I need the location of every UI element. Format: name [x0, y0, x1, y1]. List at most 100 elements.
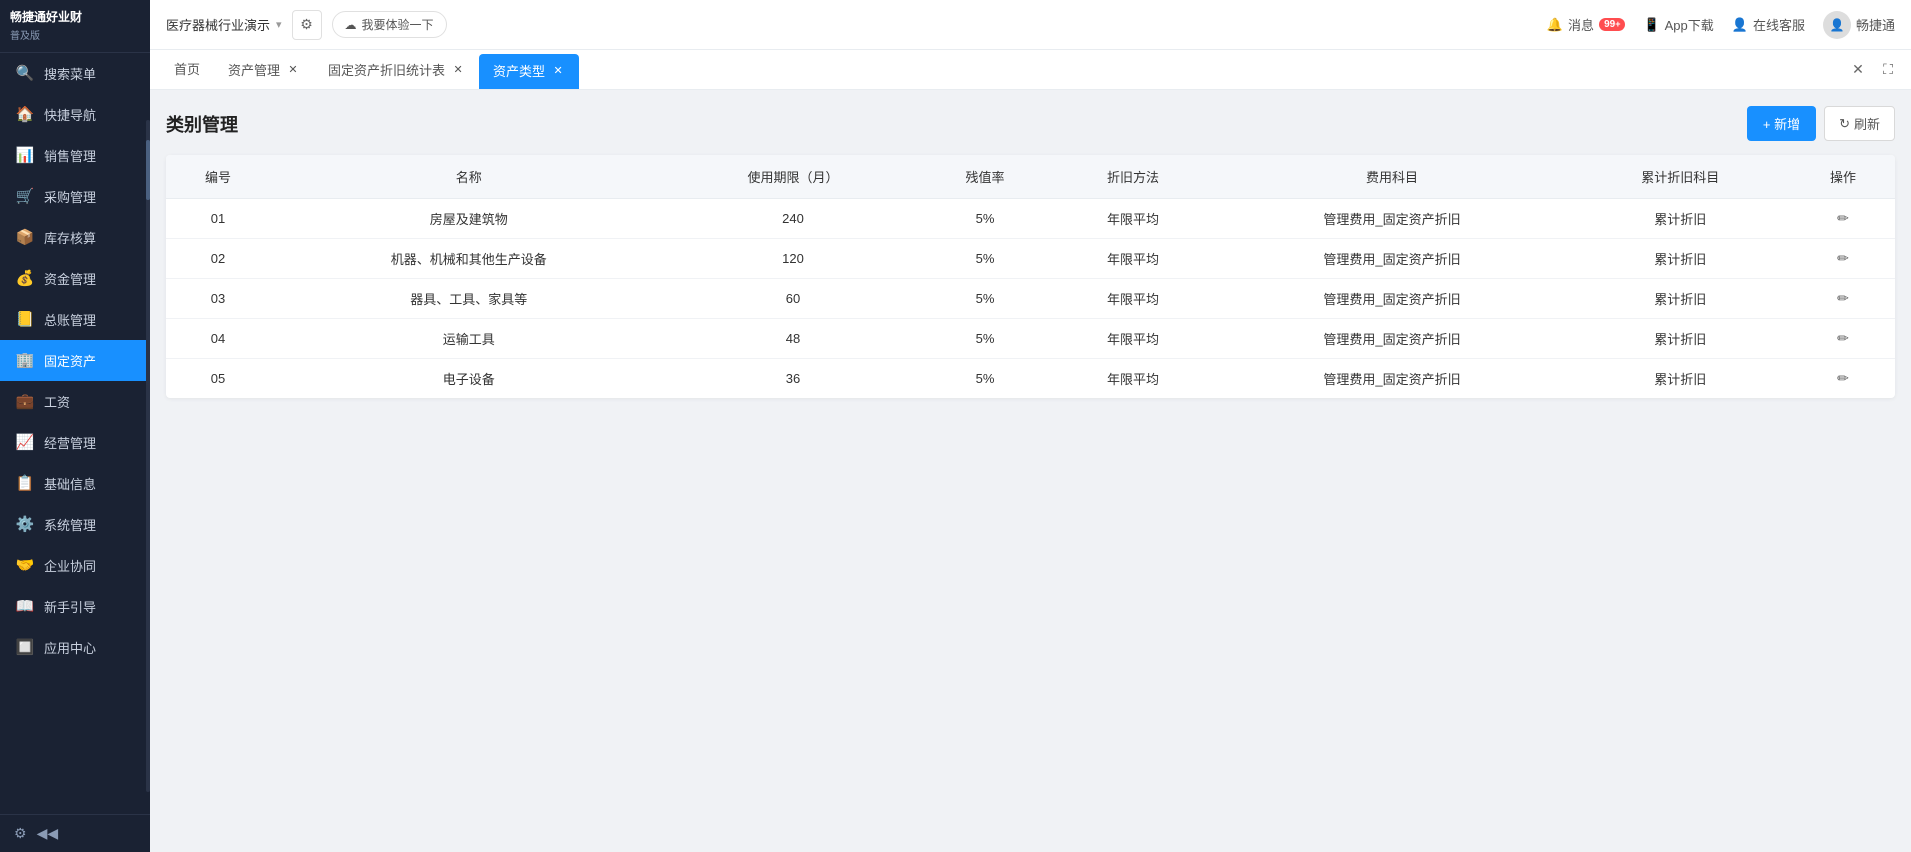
sidebar-item-ledger[interactable]: 📒 总账管理 [0, 299, 150, 340]
salary-icon: 💼 [16, 392, 34, 410]
cell-lifespan: 240 [668, 199, 919, 239]
cell-feesub: 管理费用_固定资产折旧 [1214, 319, 1569, 359]
company-selector[interactable]: 医疗器械行业演示 ▾ [166, 15, 282, 34]
service-icon: 👤 [1732, 17, 1748, 33]
table-row: 01 房屋及建筑物 240 5% 年限平均 管理费用_固定资产折旧 累计折旧 ✏ [166, 199, 1895, 239]
table-row: 04 运输工具 48 5% 年限平均 管理费用_固定资产折旧 累计折旧 ✏ [166, 319, 1895, 359]
sidebar-item-cooperation[interactable]: 🤝 企业协同 [0, 545, 150, 586]
quicknav-icon: 🏠 [16, 105, 34, 123]
table-row: 05 电子设备 36 5% 年限平均 管理费用_固定资产折旧 累计折旧 ✏ [166, 359, 1895, 399]
tab-depreport[interactable]: 固定资产折旧统计表 ✕ [314, 50, 479, 89]
table-row: 03 器具、工具、家具等 60 5% 年限平均 管理费用_固定资产折旧 累计折旧… [166, 279, 1895, 319]
settings-icon[interactable]: ⚙ [14, 825, 27, 842]
sidebar-header: 畅捷通好业财 普及版 [0, 0, 150, 53]
col-header-lifespan: 使用期限（月） [668, 155, 919, 199]
edit-icon[interactable]: ✏ [1837, 250, 1849, 266]
sidebar-item-purchase[interactable]: 🛒 采购管理 [0, 176, 150, 217]
topbar-settings-button[interactable]: ⚙ [292, 10, 322, 40]
cell-residualrate: 5% [918, 279, 1051, 319]
edit-icon[interactable]: ✏ [1837, 370, 1849, 386]
sidebar-item-label: 资金管理 [44, 269, 96, 288]
tab-assetmgmt[interactable]: 资产管理 ✕ [214, 50, 314, 89]
sidebar-item-system[interactable]: ⚙️ 系统管理 [0, 504, 150, 545]
edit-icon[interactable]: ✏ [1837, 290, 1849, 306]
notification-button[interactable]: 🔔 消息 99+ [1547, 15, 1626, 34]
sidebar-item-label: 应用中心 [44, 638, 96, 657]
maximize-tab-button[interactable]: ⛶ [1875, 57, 1901, 83]
cell-depmethod: 年限平均 [1052, 359, 1215, 399]
user-menu[interactable]: 👤 畅捷通 [1823, 11, 1895, 39]
sidebar-item-operations[interactable]: 📈 经营管理 [0, 422, 150, 463]
sidebar-item-guide[interactable]: 📖 新手引导 [0, 586, 150, 627]
refresh-button[interactable]: ↻ 刷新 [1824, 106, 1895, 141]
cell-code: 03 [166, 279, 270, 319]
sidebar-item-label: 销售管理 [44, 146, 96, 165]
sidebar-item-funds[interactable]: 💰 资金管理 [0, 258, 150, 299]
cell-feesub: 管理费用_固定资产折旧 [1214, 199, 1569, 239]
sidebar-item-sales[interactable]: 📊 销售管理 [0, 135, 150, 176]
sidebar-item-label: 搜索菜单 [44, 64, 96, 83]
cell-residualrate: 5% [918, 239, 1051, 279]
cell-feesub: 管理费用_固定资产折旧 [1214, 359, 1569, 399]
refresh-icon: ↻ [1839, 116, 1850, 132]
ledger-icon: 📒 [16, 310, 34, 328]
sidebar-item-salary[interactable]: 💼 工资 [0, 381, 150, 422]
purchase-icon: 🛒 [16, 187, 34, 205]
main-area: 医疗器械行业演示 ▾ ⚙ ☁ 我要体验一下 🔔 消息 99+ 📱 App下载 [150, 0, 1911, 852]
app-download-button[interactable]: 📱 App下载 [1643, 15, 1713, 34]
cell-name: 房屋及建筑物 [270, 199, 668, 239]
cell-lifespan: 36 [668, 359, 919, 399]
edit-icon[interactable]: ✏ [1837, 210, 1849, 226]
content-area: 类别管理 + 新增 ↻ 刷新 编号名称使用期限（月）残值率折旧方法费用科目累计折… [150, 90, 1911, 852]
sidebar-item-label: 经营管理 [44, 433, 96, 452]
try-experience-button[interactable]: ☁ 我要体验一下 [332, 11, 447, 38]
cell-lifespan: 60 [668, 279, 919, 319]
cell-accumsub: 累计折旧 [1570, 199, 1791, 239]
new-button[interactable]: + 新增 [1747, 106, 1816, 141]
cell-name: 运输工具 [270, 319, 668, 359]
sidebar-footer: ⚙ ◀◀ [0, 814, 150, 852]
tab-label: 资产管理 [228, 60, 280, 79]
cell-code: 01 [166, 199, 270, 239]
sidebar-item-label: 工资 [44, 392, 70, 411]
sidebar-nav: 🔍 搜索菜单 🏠 快捷导航 📊 销售管理 🛒 采购管理 📦 库存核算 💰 资金管… [0, 53, 150, 814]
fixedassets-icon: 🏢 [16, 351, 34, 369]
sidebar-item-basicinfo[interactable]: 📋 基础信息 [0, 463, 150, 504]
tab-assettype[interactable]: 资产类型✕ [479, 54, 579, 89]
cell-code: 05 [166, 359, 270, 399]
search-icon: 🔍 [16, 64, 34, 82]
sidebar-item-inventory[interactable]: 📦 库存核算 [0, 217, 150, 258]
tab-close-icon[interactable]: ✕ [286, 63, 300, 77]
cell-depmethod: 年限平均 [1052, 239, 1215, 279]
cell-name: 器具、工具、家具等 [270, 279, 668, 319]
app-name: 畅捷通好业财 [10, 10, 82, 26]
sidebar-item-appcenter[interactable]: 🔲 应用中心 [0, 627, 150, 668]
notification-badge: 99+ [1599, 18, 1625, 31]
close-tab-button[interactable]: ✕ [1845, 57, 1871, 83]
scrollbar-thumb [146, 140, 150, 200]
notification-label: 消息 [1568, 15, 1594, 34]
sidebar-item-search[interactable]: 🔍 搜索菜单 [0, 53, 150, 94]
cell-name: 电子设备 [270, 359, 668, 399]
cell-residualrate: 5% [918, 319, 1051, 359]
collapse-icon[interactable]: ◀◀ [37, 825, 59, 842]
edit-icon[interactable]: ✏ [1837, 330, 1849, 346]
table-header: 编号名称使用期限（月）残值率折旧方法费用科目累计折旧科目操作 [166, 155, 1895, 199]
tab-label: 首页 [174, 59, 200, 78]
avatar: 👤 [1823, 11, 1851, 39]
inventory-icon: 📦 [16, 228, 34, 246]
topbar: 医疗器械行业演示 ▾ ⚙ ☁ 我要体验一下 🔔 消息 99+ 📱 App下载 [150, 0, 1911, 50]
basicinfo-icon: 📋 [16, 474, 34, 492]
cooperation-icon: 🤝 [16, 556, 34, 574]
tab-home[interactable]: 首页 [160, 50, 214, 89]
online-service-button[interactable]: 👤 在线客服 [1732, 15, 1805, 34]
col-header-residualrate: 残值率 [918, 155, 1051, 199]
sidebar-item-quicknav[interactable]: 🏠 快捷导航 [0, 94, 150, 135]
tab-close-icon[interactable]: ✕ [451, 63, 465, 77]
tab-label: 固定资产折旧统计表 [328, 60, 445, 79]
cell-accumsub: 累计折旧 [1570, 279, 1791, 319]
username: 畅捷通 [1856, 15, 1895, 34]
tab-close-icon[interactable]: ✕ [551, 64, 565, 78]
tab-end-buttons: ✕ ⛶ [1845, 50, 1901, 89]
sidebar-item-fixedassets[interactable]: 🏢 固定资产 [0, 340, 150, 381]
